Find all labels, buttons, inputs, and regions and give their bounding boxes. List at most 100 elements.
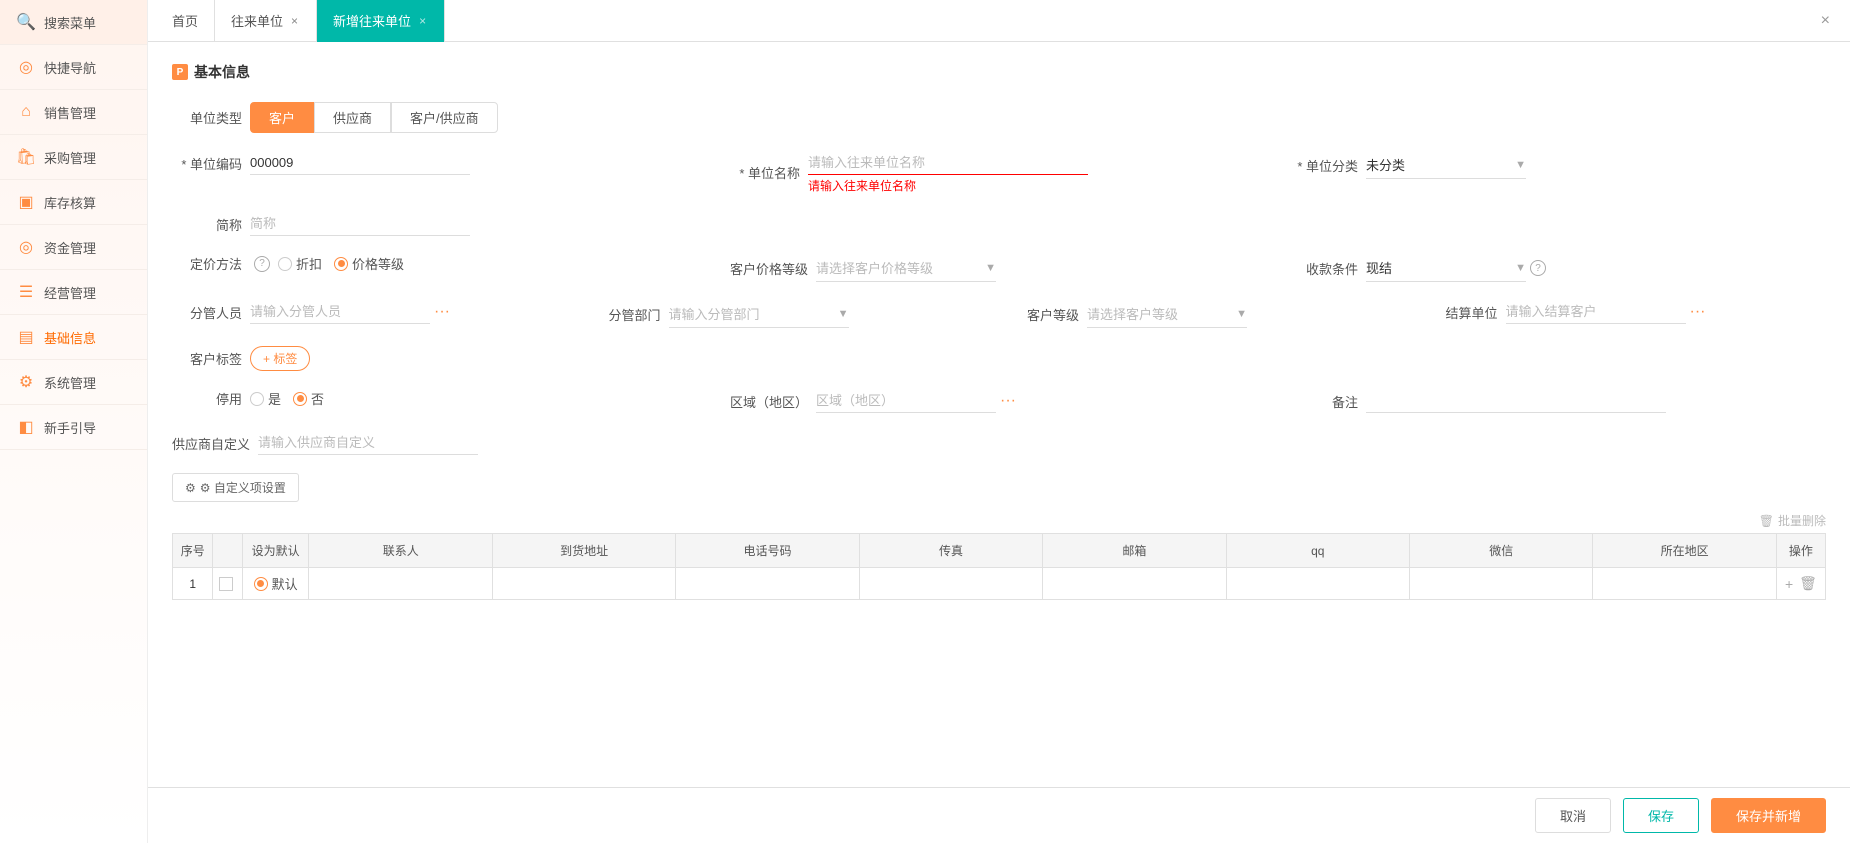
col-qq: qq bbox=[1226, 534, 1409, 568]
row-region[interactable] bbox=[1593, 568, 1776, 600]
sidebar-item-inventory[interactable]: ▣ 库存核算 bbox=[0, 180, 147, 225]
save-button[interactable]: 保存 bbox=[1623, 798, 1699, 833]
sidebar-item-operations[interactable]: ☰ 经营管理 bbox=[0, 270, 147, 315]
col-email: 邮箱 bbox=[1043, 534, 1226, 568]
form-group-disabled: 停用 是 否 bbox=[172, 389, 710, 408]
supplier-custom-input[interactable] bbox=[258, 431, 478, 455]
address-input[interactable] bbox=[499, 577, 669, 591]
manager-input[interactable] bbox=[250, 300, 430, 324]
discount-radio-circle bbox=[278, 257, 292, 271]
fax-input[interactable] bbox=[866, 577, 1036, 591]
purchase-icon: 🛍 bbox=[16, 147, 36, 167]
inventory-icon: ▣ bbox=[16, 192, 36, 212]
row-phone[interactable] bbox=[676, 568, 859, 600]
custom-settings-button[interactable]: ⚙ ⚙ 自定义项设置 bbox=[172, 473, 299, 502]
row-qq[interactable] bbox=[1226, 568, 1409, 600]
type-btn-supplier[interactable]: 供应商 bbox=[314, 102, 391, 133]
customer-level-select[interactable]: 请选择客户等级 ▼ bbox=[1087, 300, 1247, 328]
contact-input[interactable] bbox=[315, 577, 485, 591]
disabled-yes-label: 是 bbox=[268, 389, 281, 408]
row-wechat[interactable] bbox=[1410, 568, 1593, 600]
row-address[interactable] bbox=[492, 568, 675, 600]
row-region-input[interactable] bbox=[1599, 577, 1769, 591]
row-delete-btn[interactable]: 🗑 bbox=[1799, 575, 1817, 592]
save-new-button[interactable]: 保存并新增 bbox=[1711, 798, 1826, 833]
phone-input[interactable] bbox=[682, 577, 852, 591]
pricing-radio-group: 折扣 价格等级 bbox=[278, 254, 404, 273]
payment-help-icon[interactable]: ? bbox=[1530, 260, 1546, 276]
row-default-cell: 默认 bbox=[242, 568, 309, 600]
form-group-supplier-custom: 供应商自定义 bbox=[172, 431, 592, 455]
region-more-btn[interactable]: ··· bbox=[1000, 392, 1016, 410]
short-name-label: 简称 bbox=[172, 215, 242, 234]
col-fax: 传真 bbox=[859, 534, 1042, 568]
basic-icon: ▤ bbox=[16, 327, 36, 347]
tab-new-partner-close[interactable]: × bbox=[417, 14, 428, 28]
form-group-type: 单位类型 客户 供应商 客户/供应商 bbox=[172, 102, 1826, 133]
form-row-tags: 客户标签 + 标签 bbox=[172, 346, 1826, 371]
sidebar-item-search[interactable]: 🔍 搜索菜单 bbox=[0, 0, 147, 45]
qq-input[interactable] bbox=[1233, 577, 1403, 591]
row-action-group: + 🗑 bbox=[1783, 575, 1819, 592]
settlement-label: 结算单位 bbox=[1428, 303, 1498, 322]
unit-type-label: 单位类型 bbox=[172, 108, 242, 127]
tab-partner[interactable]: 往来单位 × bbox=[215, 0, 317, 42]
row-contact[interactable] bbox=[309, 568, 492, 600]
col-action: 操作 bbox=[1776, 534, 1825, 568]
remark-input[interactable] bbox=[1366, 389, 1666, 413]
short-name-input[interactable] bbox=[250, 212, 470, 236]
unit-category-select[interactable]: 未分类 ▼ bbox=[1366, 151, 1526, 179]
pricing-radio-discount[interactable]: 折扣 bbox=[278, 254, 322, 273]
row-check-cell[interactable] bbox=[213, 568, 242, 600]
window-close-button[interactable]: × bbox=[1809, 12, 1842, 30]
sidebar-item-guide[interactable]: ◧ 新手引导 bbox=[0, 405, 147, 450]
cancel-button[interactable]: 取消 bbox=[1535, 798, 1611, 833]
search-icon: 🔍 bbox=[16, 12, 36, 32]
settlement-input[interactable] bbox=[1506, 300, 1686, 324]
finance-icon: ◎ bbox=[16, 237, 36, 257]
type-btn-customer[interactable]: 客户 bbox=[250, 102, 314, 133]
manager-more-btn[interactable]: ··· bbox=[434, 303, 450, 321]
sidebar-item-sales[interactable]: ⌂ 销售管理 bbox=[0, 90, 147, 135]
row-default-radio[interactable]: 默认 bbox=[249, 574, 303, 593]
pricing-help-icon[interactable]: ? bbox=[254, 256, 270, 272]
disabled-no[interactable]: 否 bbox=[293, 389, 324, 408]
batch-delete-area[interactable]: 🗑 批量删除 bbox=[172, 512, 1826, 529]
section-icon: P bbox=[172, 64, 188, 80]
row-checkbox[interactable] bbox=[219, 577, 233, 591]
region-input[interactable] bbox=[816, 389, 996, 413]
sidebar-item-quicknav[interactable]: ◎ 快捷导航 bbox=[0, 45, 147, 90]
tab-new-partner[interactable]: 新增往来单位 × bbox=[317, 0, 445, 42]
tab-home[interactable]: 首页 bbox=[156, 0, 215, 42]
pricing-radio-grade[interactable]: 价格等级 bbox=[334, 254, 404, 273]
main-area: 首页 往来单位 × 新增往来单位 × × P 基本信息 单位类型 客户 供应商 … bbox=[148, 0, 1850, 843]
dept-select[interactable]: 请输入分管部门 ▼ bbox=[669, 300, 849, 328]
row-add-btn[interactable]: + bbox=[1785, 576, 1793, 592]
disabled-yes[interactable]: 是 bbox=[250, 389, 281, 408]
customer-price-select[interactable]: 请选择客户价格等级 ▼ bbox=[816, 254, 996, 282]
customer-price-arrow: ▼ bbox=[985, 262, 996, 274]
row-email[interactable] bbox=[1043, 568, 1226, 600]
settlement-more-btn[interactable]: ··· bbox=[1690, 303, 1706, 321]
sidebar-item-system[interactable]: ⚙ 系统管理 bbox=[0, 360, 147, 405]
row-actions: + 🗑 bbox=[1776, 568, 1825, 600]
wechat-input[interactable] bbox=[1416, 577, 1586, 591]
sidebar-item-basic[interactable]: ▤ 基础信息 bbox=[0, 315, 147, 360]
tab-partner-close[interactable]: × bbox=[289, 14, 300, 28]
add-tag-button[interactable]: + 标签 bbox=[250, 346, 310, 371]
email-input[interactable] bbox=[1049, 577, 1219, 591]
operations-icon: ☰ bbox=[16, 282, 36, 302]
customer-level-label: 客户等级 bbox=[1009, 305, 1079, 324]
settings-icon: ⚙ bbox=[185, 481, 196, 495]
sidebar: 🔍 搜索菜单 ◎ 快捷导航 ⌂ 销售管理 🛍 采购管理 ▣ 库存核算 ◎ 资金管… bbox=[0, 0, 148, 843]
row-fax[interactable] bbox=[859, 568, 1042, 600]
customer-tag-label: 客户标签 bbox=[172, 349, 242, 368]
sidebar-item-purchase[interactable]: 🛍 采购管理 bbox=[0, 135, 147, 180]
payment-select[interactable]: 现结 ▼ bbox=[1366, 254, 1526, 282]
unit-code-input[interactable] bbox=[250, 151, 470, 175]
payment-label: 收款条件 bbox=[1288, 259, 1358, 278]
sidebar-item-finance[interactable]: ◎ 资金管理 bbox=[0, 225, 147, 270]
disabled-radio-group: 是 否 bbox=[250, 389, 324, 408]
type-btn-both[interactable]: 客户/供应商 bbox=[391, 102, 498, 133]
unit-name-input[interactable] bbox=[808, 151, 1088, 175]
